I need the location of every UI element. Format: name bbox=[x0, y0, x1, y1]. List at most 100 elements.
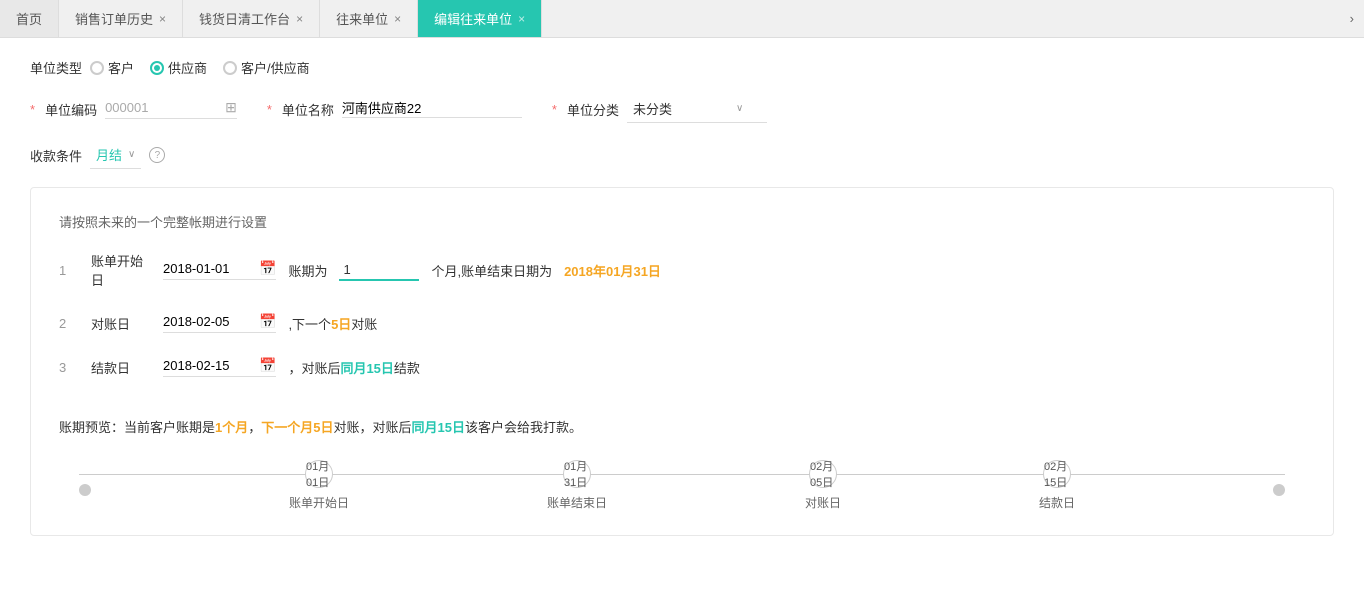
radio-both-label: 客户/供应商 bbox=[241, 58, 310, 77]
close-sales-history[interactable]: × bbox=[159, 12, 166, 26]
tab-cash-work[interactable]: 钱货日清工作台 × bbox=[183, 0, 320, 37]
payment-day-desc: ，对账后同月15日结款 bbox=[288, 358, 420, 377]
radio-both-circle bbox=[223, 61, 237, 75]
close-edit-partner[interactable]: × bbox=[518, 12, 525, 26]
close-partner[interactable]: × bbox=[394, 12, 401, 26]
tab-home[interactable]: 首页 bbox=[0, 0, 59, 37]
unit-name-group: * 单位名称 bbox=[267, 100, 522, 119]
timeline-end-dot bbox=[1273, 460, 1285, 511]
unit-type-group: 单位类型 客户 供应商 客户/供应商 bbox=[30, 58, 310, 77]
unit-category-label: 单位分类 bbox=[567, 100, 619, 119]
bill-start-date-field[interactable] bbox=[163, 261, 253, 276]
timeline-point-4: 02月15日 结款日 bbox=[1039, 460, 1075, 511]
timeline-point-3: 02月05日 对账日 bbox=[805, 460, 841, 511]
bill-start-date-input: 📅 bbox=[163, 260, 276, 280]
tab-partner[interactable]: 往来单位 × bbox=[320, 0, 418, 37]
payment-select-value: 月结 bbox=[96, 145, 122, 164]
timeline-dot-4: 02月15日 bbox=[1043, 460, 1071, 488]
preview-section: 账期预览：当前客户账期是1个月，下一个月5日对账，对账后同月15日该客户会给我打… bbox=[59, 401, 1305, 511]
payment-date-field[interactable] bbox=[163, 358, 253, 373]
reconcile-row: 2 对账日 📅 ,下一个5日对账 bbox=[59, 313, 1305, 333]
period-prefix: 账期为 bbox=[288, 261, 327, 280]
unit-type-radios: 客户 供应商 客户/供应商 bbox=[90, 58, 310, 77]
bill-start-label: 账单开始日 bbox=[91, 251, 151, 289]
payment-select[interactable]: 月结 ∨ bbox=[90, 141, 141, 169]
payment-date-input: 📅 bbox=[163, 357, 276, 377]
reconcile-date-input: 📅 bbox=[163, 313, 276, 333]
radio-supplier-circle bbox=[150, 61, 164, 75]
bill-start-calendar-icon[interactable]: 📅 bbox=[259, 260, 276, 277]
row-num-3: 3 bbox=[59, 360, 79, 375]
timeline-dot-2: 01月31日 bbox=[563, 460, 591, 488]
radio-customer[interactable]: 客户 bbox=[90, 58, 134, 77]
reconcile-desc: ,下一个5日对账 bbox=[288, 314, 377, 333]
payment-day-row: 3 结款日 📅 ，对账后同月15日结款 bbox=[59, 357, 1305, 377]
unit-code-input-wrap: ⊞ bbox=[105, 99, 237, 119]
row-num-1: 1 bbox=[59, 263, 79, 278]
unit-code-input[interactable] bbox=[105, 100, 225, 115]
payment-group: 收款条件 月结 ∨ ? bbox=[30, 141, 165, 169]
chevron-right-icon: › bbox=[1350, 11, 1354, 26]
main-content: 单位类型 客户 供应商 客户/供应商 * 单位编码 bbox=[0, 38, 1364, 608]
timeline-dot-3: 02月05日 bbox=[809, 460, 837, 488]
payment-calendar-icon[interactable]: 📅 bbox=[259, 357, 276, 374]
radio-customer-label: 客户 bbox=[108, 58, 134, 77]
timeline: 01月01日 账单开始日 01月31日 账单结束日 02月0 bbox=[59, 460, 1305, 511]
timeline-label-4: 结款日 bbox=[1039, 494, 1075, 511]
preview-text: 账期预览：当前客户账期是1个月，下一个月5日对账，对账后同月15日该客户会给我打… bbox=[59, 417, 1305, 436]
reconcile-date-field[interactable] bbox=[163, 314, 253, 329]
tab-bar: 首页 销售订单历史 × 钱货日清工作台 × 往来单位 × 编辑往来单位 × › bbox=[0, 0, 1364, 38]
timeline-label-2: 账单结束日 bbox=[547, 494, 607, 511]
unit-code-required: * bbox=[30, 102, 35, 117]
radio-supplier-label: 供应商 bbox=[168, 58, 207, 77]
reconcile-label: 对账日 bbox=[91, 314, 151, 333]
timeline-date-2: 01月31日 bbox=[564, 458, 590, 490]
copy-icon[interactable]: ⊞ bbox=[225, 99, 237, 116]
timeline-point-1: 01月01日 账单开始日 bbox=[289, 460, 349, 511]
unit-info-row: * 单位编码 ⊞ * 单位名称 * 单位分类 未分类 ∨ bbox=[30, 95, 1334, 123]
unit-code-label: 单位编码 bbox=[45, 100, 97, 119]
close-cash-work[interactable]: × bbox=[296, 12, 303, 26]
timeline-start-dot bbox=[79, 460, 91, 511]
reconcile-calendar-icon[interactable]: 📅 bbox=[259, 313, 276, 330]
unit-type-row: 单位类型 客户 供应商 客户/供应商 bbox=[30, 58, 1334, 77]
unit-category-group: * 单位分类 未分类 ∨ bbox=[552, 95, 767, 123]
chevron-down-icon: ∨ bbox=[736, 103, 743, 114]
period-end-date: 2018年01月31日 bbox=[564, 261, 661, 280]
help-icon[interactable]: ? bbox=[149, 147, 165, 163]
start-circle bbox=[79, 484, 91, 496]
tab-edit-partner[interactable]: 编辑往来单位 × bbox=[418, 0, 542, 37]
timeline-date-4: 02月15日 bbox=[1044, 458, 1070, 490]
bill-start-row: 1 账单开始日 📅 账期为 个月,账单结束日期为 2018年01月31日 bbox=[59, 251, 1305, 289]
period-value-input[interactable] bbox=[339, 260, 419, 281]
timeline-points: 01月01日 账单开始日 01月31日 账单结束日 02月0 bbox=[79, 460, 1285, 511]
timeline-date-3: 02月05日 bbox=[810, 458, 836, 490]
unit-name-label: 单位名称 bbox=[282, 100, 334, 119]
card-title: 请按照未来的一个完整帐期进行设置 bbox=[59, 212, 1305, 231]
end-circle bbox=[1273, 484, 1285, 496]
period-suffix: 个月,账单结束日期为 bbox=[431, 261, 552, 280]
tab-more-button[interactable]: › bbox=[1340, 0, 1364, 37]
unit-category-value: 未分类 bbox=[633, 99, 672, 118]
unit-name-input[interactable] bbox=[342, 100, 522, 115]
timeline-label-1: 账单开始日 bbox=[289, 494, 349, 511]
unit-code-group: * 单位编码 ⊞ bbox=[30, 99, 237, 119]
radio-both[interactable]: 客户/供应商 bbox=[223, 58, 310, 77]
radio-supplier[interactable]: 供应商 bbox=[150, 58, 207, 77]
payment-chevron-down-icon: ∨ bbox=[128, 149, 135, 160]
timeline-dot-1: 01月01日 bbox=[305, 460, 333, 488]
payment-row: 收款条件 月结 ∨ ? bbox=[30, 141, 1334, 169]
unit-category-select[interactable]: 未分类 ∨ bbox=[627, 95, 767, 123]
unit-type-label: 单位类型 bbox=[30, 58, 82, 77]
timeline-point-2: 01月31日 账单结束日 bbox=[547, 460, 607, 511]
unit-name-required: * bbox=[267, 102, 272, 117]
tab-sales-history[interactable]: 销售订单历史 × bbox=[59, 0, 183, 37]
unit-category-required: * bbox=[552, 102, 557, 117]
settings-card: 请按照未来的一个完整帐期进行设置 1 账单开始日 📅 账期为 个月,账单结束日期… bbox=[30, 187, 1334, 536]
radio-customer-circle bbox=[90, 61, 104, 75]
payment-label: 收款条件 bbox=[30, 146, 82, 165]
timeline-date-1: 01月01日 bbox=[306, 458, 332, 490]
timeline-label-3: 对账日 bbox=[805, 494, 841, 511]
row-num-2: 2 bbox=[59, 316, 79, 331]
unit-name-input-wrap bbox=[342, 100, 522, 118]
